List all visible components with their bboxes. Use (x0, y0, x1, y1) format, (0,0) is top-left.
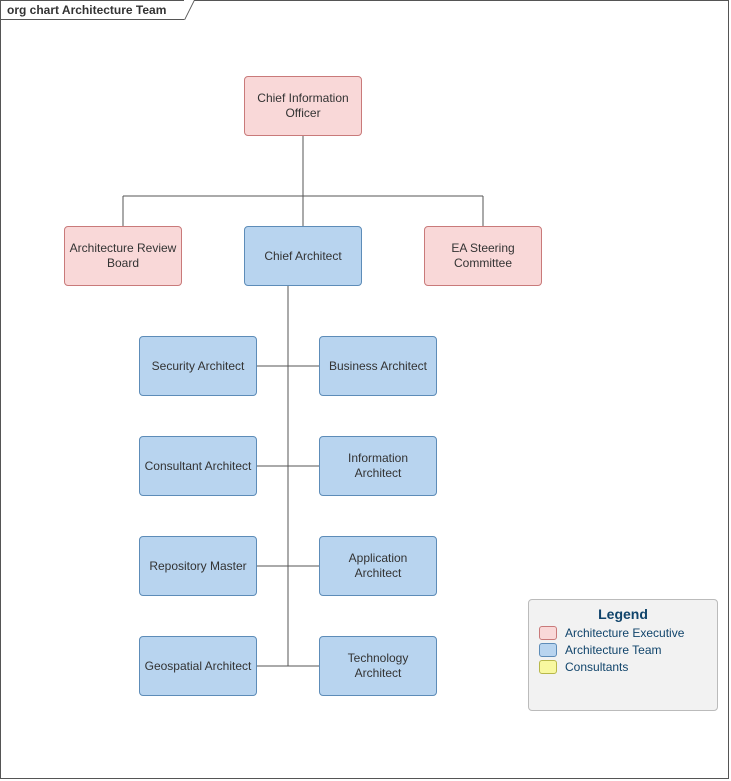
legend-label: Architecture Executive (565, 626, 684, 640)
node-label: Information Architect (324, 451, 432, 481)
legend-swatch-consultants (539, 660, 557, 674)
node-chief-architect: Chief Architect (244, 226, 362, 286)
node-label: Repository Master (149, 559, 246, 574)
legend-swatch-team (539, 643, 557, 657)
legend-title: Legend (539, 606, 707, 622)
node-label: Chief Architect (264, 249, 341, 264)
node-technology-architect: Technology Architect (319, 636, 437, 696)
legend-label: Architecture Team (565, 643, 662, 657)
legend-label: Consultants (565, 660, 628, 674)
diagram-frame: org chart Architecture Team Chief Inform… (0, 0, 729, 779)
node-business-architect: Business Architect (319, 336, 437, 396)
node-label: Geospatial Architect (145, 659, 252, 674)
node-label: Application Architect (324, 551, 432, 581)
node-information-architect: Information Architect (319, 436, 437, 496)
legend-item-consultants: Consultants (539, 660, 707, 674)
node-ea-steering-committee: EA Steering Committee (424, 226, 542, 286)
node-architecture-review-board: Architecture Review Board (64, 226, 182, 286)
legend-box: Legend Architecture Executive Architectu… (528, 599, 718, 711)
node-consultant-architect: Consultant Architect (139, 436, 257, 496)
legend-item-team: Architecture Team (539, 643, 707, 657)
node-application-architect: Application Architect (319, 536, 437, 596)
node-repository-master: Repository Master (139, 536, 257, 596)
legend-swatch-executive (539, 626, 557, 640)
node-chief-information-officer: Chief Information Officer (244, 76, 362, 136)
node-security-architect: Security Architect (139, 336, 257, 396)
node-label: Security Architect (152, 359, 245, 374)
node-label: Architecture Review Board (69, 241, 177, 271)
legend-item-executive: Architecture Executive (539, 626, 707, 640)
node-geospatial-architect: Geospatial Architect (139, 636, 257, 696)
node-label: Chief Information Officer (249, 91, 357, 121)
node-label: EA Steering Committee (429, 241, 537, 271)
node-label: Business Architect (329, 359, 427, 374)
node-label: Technology Architect (324, 651, 432, 681)
node-label: Consultant Architect (145, 459, 252, 474)
